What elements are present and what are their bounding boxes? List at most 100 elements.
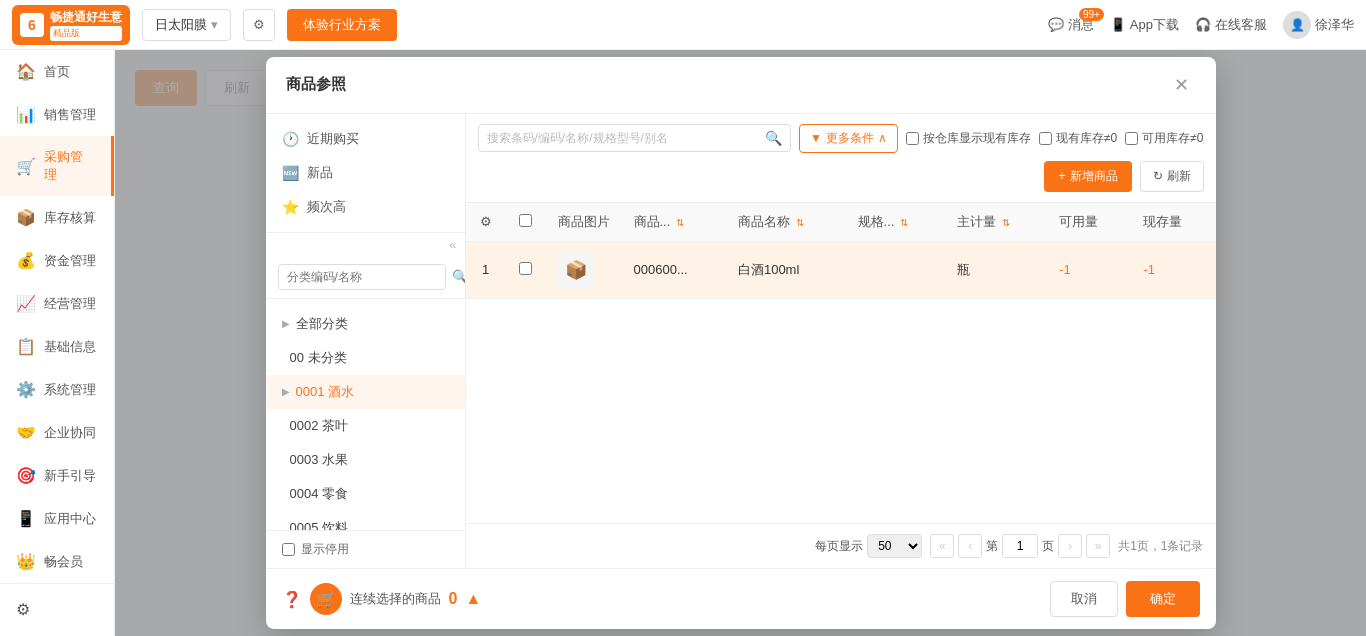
footer-collapse-button[interactable]: ▲ xyxy=(465,590,481,608)
new-icon: 🆕 xyxy=(282,165,299,181)
sidebar-item-home[interactable]: 🏠 首页 xyxy=(0,50,114,93)
expand-icon: ▶ xyxy=(282,318,290,329)
main-layout: 🏠 首页 📊 销售管理 🛒 采购管理 📦 库存核算 💰 资金管理 📈 经营管理 … xyxy=(0,50,1366,636)
th-unit[interactable]: 主计量 ⇅ xyxy=(945,203,1047,242)
category-0003[interactable]: 0003 水果 xyxy=(266,443,465,477)
nonzero-available-checkbox[interactable] xyxy=(1125,132,1138,145)
sidebar-item-collapse[interactable]: ◀ xyxy=(0,627,114,636)
product-search-input[interactable] xyxy=(487,131,762,145)
quick-recent[interactable]: 🕐 近期购买 xyxy=(266,122,465,156)
sidebar-item-member[interactable]: 👑 畅会员 xyxy=(0,540,114,583)
sidebar-item-sales[interactable]: 📊 销售管理 xyxy=(0,93,114,136)
quick-frequent[interactable]: ⭐ 频次高 xyxy=(266,190,465,224)
sidebar-item-system[interactable]: ⚙️ 系统管理 xyxy=(0,368,114,411)
th-settings[interactable]: ⚙ xyxy=(466,203,506,242)
expand-icon-0001: ▶ xyxy=(282,386,290,397)
sidebar-item-apps[interactable]: 📱 应用中心 xyxy=(0,497,114,540)
business-icon: 📈 xyxy=(16,294,36,313)
trial-button[interactable]: 体验行业方案 xyxy=(287,9,397,41)
row-checkbox[interactable] xyxy=(519,262,532,275)
next-page-button[interactable]: › xyxy=(1058,534,1082,558)
nonzero-stock-label[interactable]: 现有库存≠0 xyxy=(1039,130,1117,147)
th-spec[interactable]: 规格... ⇅ xyxy=(846,203,945,242)
right-panel: 🔍 ▼ 更多条件 ∧ 按仓库显示现有库存 xyxy=(466,114,1216,568)
user-menu[interactable]: 👤 徐泽华 xyxy=(1283,11,1354,39)
cart-icon[interactable]: 🛒 xyxy=(310,583,342,615)
th-image: 商品图片 xyxy=(546,203,622,242)
quick-access: 🕐 近期购买 🆕 新品 ⭐ 频次高 xyxy=(266,114,465,233)
message-badge: 99+ xyxy=(1079,8,1104,21)
show-warehouse-stock-label[interactable]: 按仓库显示现有库存 xyxy=(906,130,1031,147)
category-00[interactable]: 00 未分类 xyxy=(266,341,465,375)
th-checkbox[interactable] xyxy=(506,203,546,242)
category-search-input[interactable] xyxy=(278,264,446,290)
page-size-selector: 每页显示 50 20 100 xyxy=(815,534,922,558)
sidebar-item-settings[interactable]: ⚙ xyxy=(0,592,114,627)
settings-button[interactable]: ⚙ xyxy=(243,9,275,41)
page-number-input[interactable] xyxy=(1002,534,1038,558)
th-name[interactable]: 商品名称 ⇅ xyxy=(726,203,846,242)
category-search-area: 🔍 xyxy=(266,256,465,299)
prev-page-button[interactable]: ‹ xyxy=(958,534,982,558)
modal-overlay[interactable]: 商品参照 ✕ 🕐 近期购买 🆕 xyxy=(115,50,1366,636)
show-disabled-checkbox[interactable] xyxy=(282,543,295,556)
select-all-checkbox[interactable] xyxy=(519,214,532,227)
first-page-button[interactable]: « xyxy=(930,534,954,558)
chevron-down-icon: ▾ xyxy=(211,17,218,32)
category-0002[interactable]: 0002 茶叶 xyxy=(266,409,465,443)
refresh-button[interactable]: ↻ 刷新 xyxy=(1140,161,1204,192)
phone-icon: 📱 xyxy=(1110,17,1126,32)
cancel-button[interactable]: 取消 xyxy=(1050,581,1118,617)
add-product-button[interactable]: + 新增商品 xyxy=(1044,161,1131,192)
product-table-area: ⚙ 商品图片 商品... ⇅ 商品名称 xyxy=(466,203,1216,523)
td-stock: -1 xyxy=(1131,241,1215,298)
toolbar: 🔍 ▼ 更多条件 ∧ 按仓库显示现有库存 xyxy=(466,114,1216,203)
sidebar-item-collab[interactable]: 🤝 企业协同 xyxy=(0,411,114,454)
plus-icon: + xyxy=(1058,169,1065,183)
product-search-icon[interactable]: 🔍 xyxy=(765,130,782,146)
footer-buttons: 取消 确定 xyxy=(1050,581,1200,617)
td-name: 白酒100ml xyxy=(726,241,846,298)
category-0001[interactable]: ▶ 0001 酒水 xyxy=(266,375,465,409)
modal-close-button[interactable]: ✕ xyxy=(1168,71,1196,99)
sidebar-item-finance[interactable]: 💰 资金管理 xyxy=(0,239,114,282)
category-0004[interactable]: 0004 零食 xyxy=(266,477,465,511)
category-search-button[interactable]: 🔍 xyxy=(452,265,466,289)
sidebar-item-purchase[interactable]: 🛒 采购管理 xyxy=(0,136,114,196)
help-icon[interactable]: ❓ xyxy=(282,590,302,609)
table-row[interactable]: 1 📦 000600... 白酒100ml xyxy=(466,241,1216,298)
panel-collapse-button[interactable]: « xyxy=(266,233,465,256)
td-available: -1 xyxy=(1047,241,1131,298)
sidebar-item-business[interactable]: 📈 经营管理 xyxy=(0,282,114,325)
category-0005[interactable]: 0005 饮料 xyxy=(266,511,465,530)
page-size-select[interactable]: 50 20 100 xyxy=(867,534,922,558)
confirm-button[interactable]: 确定 xyxy=(1126,581,1200,617)
nonzero-available-label[interactable]: 可用库存≠0 xyxy=(1125,130,1203,147)
show-disabled-area[interactable]: 显示停用 xyxy=(266,530,465,568)
sidebar-item-guide[interactable]: 🎯 新手引导 xyxy=(0,454,114,497)
pagination-bar: 每页显示 50 20 100 « ‹ 第 xyxy=(466,523,1216,568)
store-selector[interactable]: 日太阳膜 ▾ xyxy=(142,9,231,41)
online-service-button[interactable]: 🎧 在线客服 xyxy=(1195,16,1267,34)
category-all[interactable]: ▶ 全部分类 xyxy=(266,307,465,341)
collab-icon: 🤝 xyxy=(16,423,36,442)
apps-icon: 📱 xyxy=(16,509,36,528)
app-download-button[interactable]: 📱 App下载 xyxy=(1110,16,1179,34)
product-image: 📦 xyxy=(558,252,594,288)
page-info: 共1页，1条记录 xyxy=(1118,538,1203,555)
modal-header: 商品参照 ✕ xyxy=(266,57,1216,114)
last-page-button[interactable]: » xyxy=(1086,534,1110,558)
logo[interactable]: 6 畅捷通好生意 精品版 xyxy=(12,5,130,45)
td-check[interactable] xyxy=(506,241,546,298)
show-warehouse-stock-checkbox[interactable] xyxy=(906,132,919,145)
more-filter-button[interactable]: ▼ 更多条件 ∧ xyxy=(799,124,898,153)
sidebar-item-basic[interactable]: 📋 基础信息 xyxy=(0,325,114,368)
sort-spec-icon: ⇅ xyxy=(900,217,908,228)
messages-button[interactable]: 💬 消息 99+ xyxy=(1048,16,1094,34)
refresh-icon: ↻ xyxy=(1153,169,1163,183)
sidebar-item-inventory[interactable]: 📦 库存核算 xyxy=(0,196,114,239)
modal-footer: ❓ 🛒 连续选择的商品 0 ▲ 取消 确定 xyxy=(266,568,1216,629)
quick-new[interactable]: 🆕 新品 xyxy=(266,156,465,190)
th-code[interactable]: 商品... ⇅ xyxy=(622,203,726,242)
nonzero-stock-checkbox[interactable] xyxy=(1039,132,1052,145)
